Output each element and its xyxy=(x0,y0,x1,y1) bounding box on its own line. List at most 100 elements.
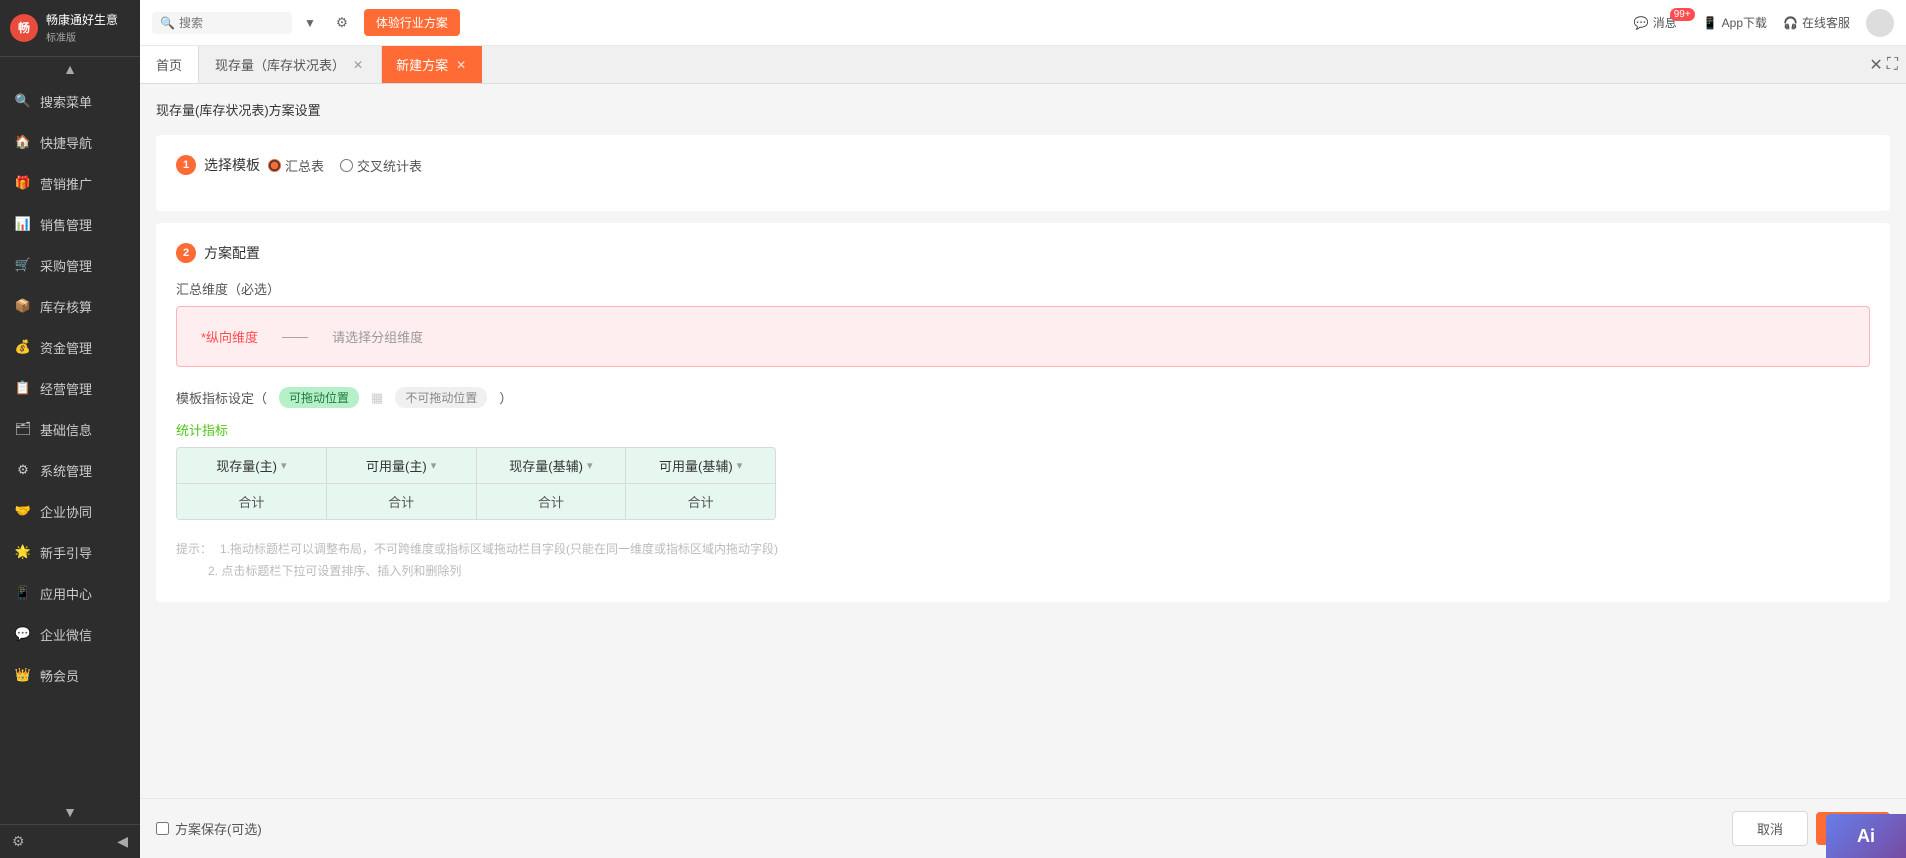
quick-nav-icon: 🏠 xyxy=(14,133,32,151)
sidebar-item-newbie[interactable]: 🌟 新手引导 xyxy=(0,532,140,573)
topbar-dropdown-button[interactable]: ▼ xyxy=(300,14,320,32)
sidebar-item-label: 快捷导航 xyxy=(40,133,92,152)
settings-icon: ⚙ xyxy=(336,15,348,31)
stat-col-header-2[interactable]: 现存量(基辅) ▾ xyxy=(477,448,626,484)
sidebar-item-purchase[interactable]: 🛒 采购管理 xyxy=(0,245,140,286)
app-name-block: 畅康通好生意 标准版 xyxy=(46,12,118,44)
sidebar-settings-button[interactable]: ⚙ xyxy=(12,833,25,850)
sidebar-item-label: 经营管理 xyxy=(40,379,92,398)
online-service-button[interactable]: 🎧 在线客服 xyxy=(1783,14,1850,31)
tab-close-all-button[interactable]: ✕ xyxy=(1869,55,1882,75)
stat-col-header-1[interactable]: 可用量(主) ▾ xyxy=(327,448,476,484)
draggable-label: 可拖动位置 xyxy=(279,387,359,408)
inventory-icon: 📦 xyxy=(14,297,32,315)
section2-title: 方案配置 xyxy=(204,243,260,263)
dimension-placeholder: 请选择分组维度 xyxy=(332,327,423,346)
radio-summary-label: 汇总表 xyxy=(285,156,324,175)
sidebar-item-system[interactable]: ⚙ 系统管理 xyxy=(0,450,140,491)
stat-col-body-3: 合计 xyxy=(626,484,775,519)
stat-table-header: 现存量(主) ▾ 合计 可用量(主) ▾ 合计 xyxy=(177,448,775,519)
contract-icon: 🤝 xyxy=(14,502,32,520)
user-avatar[interactable] xyxy=(1866,9,1894,37)
radio-cross-input[interactable] xyxy=(340,159,353,172)
logo-abbr: 畅 xyxy=(18,19,30,36)
tabbar: 首页 现存量（库存状况表） ✕ 新建方案 ✕ ✕ ⛶ xyxy=(140,46,1906,84)
sidebar-nav: 🔍 搜索菜单 🏠 快捷导航 🎁 营销推广 📊 销售管理 🛒 采购管理 📦 库存核… xyxy=(0,81,140,800)
tip-line-1: 2. 点击标题栏下拉可设置排序、插入列和删除列 xyxy=(176,561,1870,583)
radio-cross[interactable]: 交叉统计表 xyxy=(340,156,422,175)
tip-line-0: 提示： 1.拖动标题栏可以调整布局，不可跨维度或指标区域拖动栏目字段(只能在同一… xyxy=(176,539,1870,561)
sidebar-item-label: 搜索菜单 xyxy=(40,92,92,111)
tab-home-label: 首页 xyxy=(156,55,182,74)
sales-icon: 📊 xyxy=(14,215,32,233)
sidebar-item-contract[interactable]: 🤝 企业协同 xyxy=(0,491,140,532)
sidebar: 畅 畅康通好生意 标准版 ▲ 🔍 搜索菜单 🏠 快捷导航 🎁 营销推广 📊 销售… xyxy=(0,0,140,858)
stat-col-header-3[interactable]: 可用量(基辅) ▾ xyxy=(626,448,775,484)
sidebar-scroll-down[interactable]: ▼ xyxy=(0,800,140,824)
ai-badge[interactable]: Ai xyxy=(1826,814,1906,858)
save-checkbox-input[interactable] xyxy=(156,822,169,835)
save-checkbox[interactable]: 方案保存(可选) xyxy=(156,819,262,838)
stat-col-header-0[interactable]: 现存量(主) ▾ xyxy=(177,448,326,484)
trial-button[interactable]: 体验行业方案 xyxy=(364,9,460,36)
sidebar-item-label: 企业微信 xyxy=(40,625,92,644)
sidebar-item-operations[interactable]: 📋 经营管理 xyxy=(0,368,140,409)
stat-col-0: 现存量(主) ▾ 合计 xyxy=(177,448,327,519)
section2-card: 2 方案配置 汇总维度（必选） *纵向维度 —— 请选择分组维度 模板指标设定（… xyxy=(156,223,1890,602)
member-icon: 👑 xyxy=(14,666,32,684)
sidebar-item-label: 系统管理 xyxy=(40,461,92,480)
finance-icon: 💰 xyxy=(14,338,32,356)
sidebar-item-app-center[interactable]: 📱 应用中心 xyxy=(0,573,140,614)
stat-col-label-1: 可用量(主) xyxy=(366,456,427,475)
indicator-config-label: 模板指标设定（ xyxy=(176,388,267,407)
sidebar-item-label: 新手引导 xyxy=(40,543,92,562)
wechat-icon: 💬 xyxy=(14,625,32,643)
sidebar-item-label: 基础信息 xyxy=(40,420,92,439)
tab-new-close[interactable]: ✕ xyxy=(454,57,468,73)
sidebar-item-search-menu[interactable]: 🔍 搜索菜单 xyxy=(0,81,140,122)
sidebar-item-finance[interactable]: 💰 资金管理 xyxy=(0,327,140,368)
sidebar-item-wechat[interactable]: 💬 企业微信 xyxy=(0,614,140,655)
sidebar-item-inventory[interactable]: 📦 库存核算 xyxy=(0,286,140,327)
sidebar-scroll-up[interactable]: ▲ xyxy=(0,57,140,81)
stat-col-2: 现存量(基辅) ▾ 合计 xyxy=(477,448,627,519)
tip-text-1: 2. 点击标题栏下拉可设置排序、插入列和删除列 xyxy=(208,561,461,583)
sidebar-item-label: 采购管理 xyxy=(40,256,92,275)
sidebar-item-quick-nav[interactable]: 🏠 快捷导航 xyxy=(0,122,140,163)
tip-title: 提示： xyxy=(176,539,212,561)
tab-new-plan[interactable]: 新建方案 ✕ xyxy=(382,46,482,83)
section2-num: 2 xyxy=(176,243,196,263)
sidebar-item-basic-info[interactable]: 🗂 基础信息 xyxy=(0,409,140,450)
section1-num: 1 xyxy=(176,155,196,175)
tab-inventory-status[interactable]: 现存量（库存状况表） ✕ xyxy=(199,46,382,83)
headset-icon: 🎧 xyxy=(1783,16,1798,30)
tab-home[interactable]: 首页 xyxy=(140,46,199,83)
stat-col-label-2: 现存量(基辅) xyxy=(509,456,583,475)
indicator-config-close: ） xyxy=(499,388,512,407)
indicator-config-mid: ▦ xyxy=(371,390,383,406)
topbar-search-box[interactable]: 🔍 xyxy=(152,12,292,34)
radio-summary-input[interactable] xyxy=(268,159,281,172)
stat-col-body-2: 合计 xyxy=(477,484,626,519)
sidebar-item-member[interactable]: 👑 畅会员 xyxy=(0,655,140,696)
sidebar-item-sales[interactable]: 📊 销售管理 xyxy=(0,204,140,245)
tab-inventory-close[interactable]: ✕ xyxy=(351,57,365,73)
topbar-settings-button[interactable]: ⚙ xyxy=(328,9,356,37)
main-area: 🔍 ▼ ⚙ 体验行业方案 💬 消息 99+ 📱 App下载 🎧 在线客服 xyxy=(140,0,1906,858)
basic-info-icon: 🗂 xyxy=(14,420,32,438)
app-download-label: App下载 xyxy=(1722,14,1767,31)
dimension-selector-box[interactable]: *纵向维度 —— 请选择分组维度 xyxy=(176,306,1870,367)
tab-expand-button[interactable]: ⛶ xyxy=(1887,56,1898,74)
sidebar-item-label: 营销推广 xyxy=(40,174,92,193)
cancel-button[interactable]: 取消 xyxy=(1732,811,1808,846)
online-service-label: 在线客服 xyxy=(1802,14,1850,31)
radio-summary[interactable]: 汇总表 xyxy=(268,156,324,175)
app-download-button[interactable]: 📱 App下载 xyxy=(1703,14,1767,31)
search-icon: 🔍 xyxy=(160,16,175,30)
sidebar-item-marketing[interactable]: 🎁 营销推广 xyxy=(0,163,140,204)
search-input[interactable] xyxy=(179,16,279,30)
section1-card: 1 选择模板 汇总表 交叉统计表 xyxy=(156,135,1890,211)
messages-button[interactable]: 💬 消息 99+ xyxy=(1634,14,1687,31)
sidebar-collapse-button[interactable]: ◀ xyxy=(117,833,128,850)
stat-col-1: 可用量(主) ▾ 合计 xyxy=(327,448,477,519)
